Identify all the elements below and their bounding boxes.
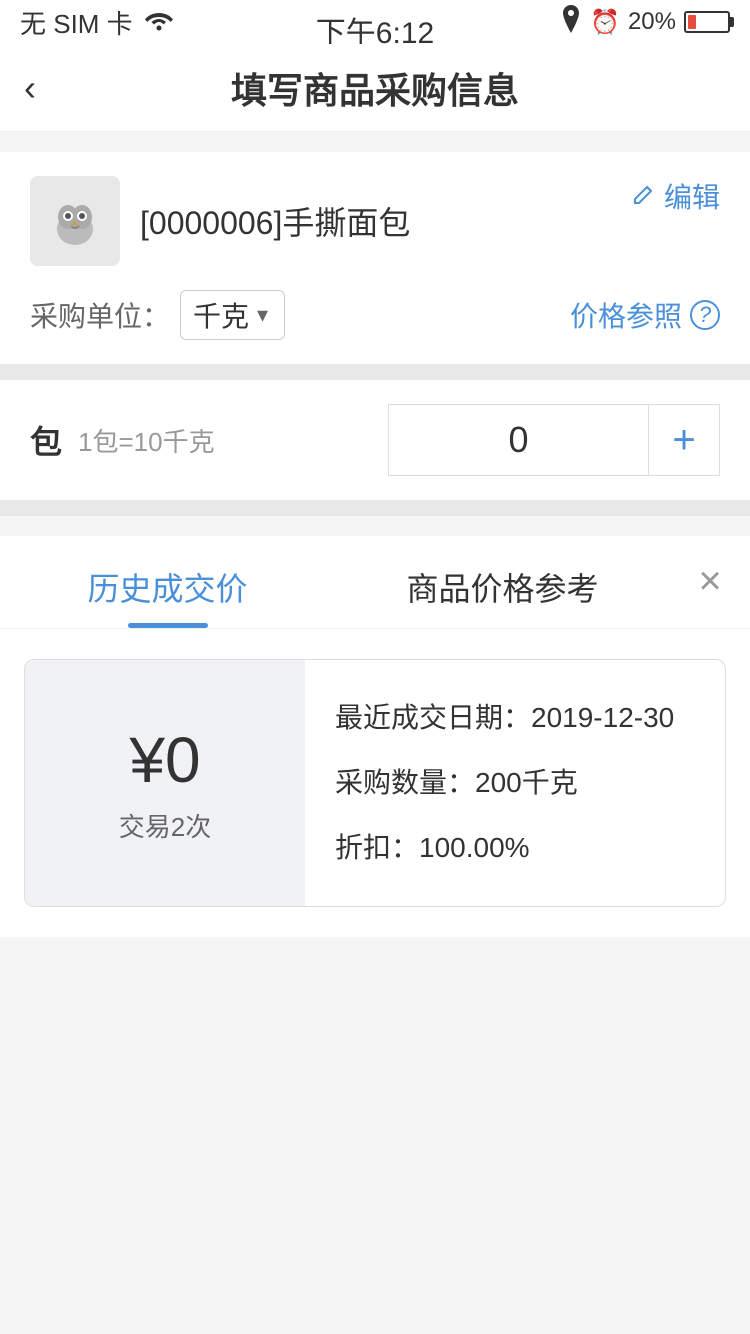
tab-history-price[interactable]: 历史成交价 <box>0 544 335 628</box>
purchase-quantity-value: 200千克 <box>475 767 578 798</box>
tab-close-button[interactable]: × <box>670 559 750 614</box>
discount-row: 折扣：100.00% <box>335 826 695 871</box>
product-owl-icon <box>40 186 110 256</box>
status-bar: 无 SIM 卡 下午6:12 ⏰ 20% <box>0 0 750 44</box>
recent-date-value: 2019-12-30 <box>531 702 674 733</box>
product-image <box>30 176 120 266</box>
product-name: [0000006]手撕面包 <box>140 198 410 244</box>
edit-button[interactable]: 编辑 <box>632 176 720 216</box>
tab-product-price-ref[interactable]: 商品价格参考 <box>335 544 670 628</box>
chevron-down-icon: ▾ <box>257 302 268 328</box>
page-title: 填写商品采购信息 <box>231 62 519 114</box>
price-ref-button[interactable]: 价格参照 ? <box>570 295 720 335</box>
back-button[interactable]: ‹ <box>24 67 36 109</box>
divider-bar <box>0 364 750 380</box>
quantity-unit-badge: 包 <box>30 417 62 463</box>
quantity-row: 包 1包=10千克 0 + <box>0 380 750 500</box>
purchase-quantity-label: 采购数量： <box>335 767 475 798</box>
battery-percent: 20% <box>628 8 676 36</box>
price-card-trades: 交易2次 <box>119 807 211 844</box>
price-ref-label: 价格参照 <box>570 295 682 335</box>
discount-label: 折扣： <box>335 832 419 863</box>
unit-value: 千克 <box>193 295 249 335</box>
product-unit-left: 采购单位： 千克 ▾ <box>30 290 285 340</box>
product-unit-row: 采购单位： 千克 ▾ 价格参照 ? <box>30 290 720 340</box>
price-card-container: ¥0 交易2次 最近成交日期：2019-12-30 采购数量：200千克 折扣：… <box>0 629 750 937</box>
location-icon <box>560 5 582 40</box>
discount-value: 100.00% <box>419 832 530 863</box>
recent-date-row: 最近成交日期：2019-12-30 <box>335 696 695 741</box>
quantity-input[interactable]: 0 <box>388 404 648 476</box>
alarm-icon: ⏰ <box>590 8 620 37</box>
carrier-text: 无 SIM 卡 <box>20 4 133 41</box>
status-right: ⏰ 20% <box>560 5 730 40</box>
price-card-amount: ¥0 <box>129 723 200 797</box>
currency-symbol: ¥ <box>129 724 165 796</box>
purchase-quantity-row: 采购数量：200千克 <box>335 761 695 806</box>
quantity-unit: 包 1包=10千克 <box>30 417 215 463</box>
quantity-conversion: 1包=10千克 <box>78 422 215 459</box>
divider-bar-2 <box>0 500 750 516</box>
bottom-panel: 历史成交价 商品价格参考 × ¥0 交易2次 最近成交日期：2019-12-30… <box>0 536 750 937</box>
product-header: [0000006]手撕面包 编辑 <box>30 176 720 266</box>
nav-bar: ‹ 填写商品采购信息 <box>0 44 750 132</box>
wifi-icon <box>143 7 175 38</box>
recent-date-label: 最近成交日期： <box>335 702 531 733</box>
price-card: ¥0 交易2次 最近成交日期：2019-12-30 采购数量：200千克 折扣：… <box>24 659 726 907</box>
unit-label: 采购单位： <box>30 295 170 335</box>
unit-select[interactable]: 千克 ▾ <box>180 290 285 340</box>
price-card-left: ¥0 交易2次 <box>25 660 305 906</box>
quantity-controls: 0 + <box>388 404 720 476</box>
status-left: 无 SIM 卡 <box>20 4 175 41</box>
price-amount: 0 <box>165 724 201 796</box>
quantity-plus-button[interactable]: + <box>648 404 720 476</box>
battery-icon <box>684 11 730 33</box>
price-card-right: 最近成交日期：2019-12-30 采购数量：200千克 折扣：100.00% <box>305 660 725 906</box>
product-left: [0000006]手撕面包 <box>30 176 410 266</box>
product-card: [0000006]手撕面包 编辑 采购单位： 千克 ▾ 价格参照 ? <box>0 152 750 364</box>
info-icon: ? <box>690 300 720 330</box>
tab-row: 历史成交价 商品价格参考 × <box>0 536 750 629</box>
